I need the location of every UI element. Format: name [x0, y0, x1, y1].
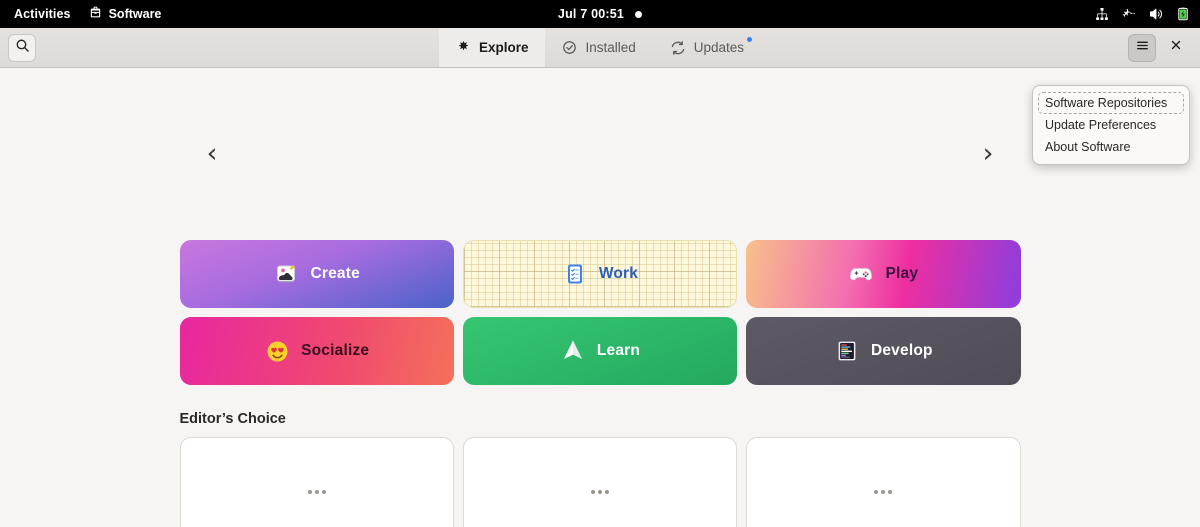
app-card-placeholder[interactable] — [746, 437, 1021, 527]
activities-button[interactable]: Activities — [14, 7, 71, 21]
view-switcher-tabs: Explore Installed Updates — [0, 28, 1200, 67]
window-header-bar: Explore Installed Updates — [0, 28, 1200, 68]
app-menu-button[interactable]: Software — [89, 6, 162, 22]
volume-icon — [1149, 7, 1163, 21]
tab-installed[interactable]: Installed — [545, 28, 652, 67]
hamburger-menu-button[interactable] — [1128, 33, 1156, 62]
software-bag-icon — [89, 6, 102, 22]
category-tile-develop[interactable]: Develop — [746, 317, 1021, 385]
search-icon — [15, 38, 30, 58]
tab-updates[interactable]: Updates — [653, 28, 761, 67]
loading-dots-icon — [590, 490, 609, 494]
network-wired-icon — [1095, 7, 1109, 21]
system-tray[interactable] — [1095, 7, 1190, 21]
editors-choice-section: Editor’s Choice — [179, 411, 1021, 527]
learn-paper-plane-icon — [560, 338, 586, 364]
menu-item-update-preferences[interactable]: Update Preferences — [1038, 114, 1184, 136]
gnome-top-bar: Activities Software Jul 7 00:51 — [0, 0, 1200, 28]
category-tile-socialize-label: Socialize — [301, 342, 370, 359]
featured-carousel: ‹ › — [0, 68, 1200, 238]
clock[interactable]: Jul 7 00:51 — [558, 7, 624, 21]
tab-explore-label: Explore — [478, 40, 529, 55]
category-tile-create[interactable]: Create — [179, 240, 454, 308]
loading-dots-icon — [307, 490, 326, 494]
app-card-placeholder[interactable] — [462, 437, 738, 527]
category-tile-play-label: Play — [885, 265, 919, 282]
category-tile-work-label: Work — [598, 265, 639, 282]
category-tile-socialize[interactable]: Socialize — [179, 317, 454, 385]
app-menu-popover: Software Repositories Update Preferences… — [1032, 85, 1190, 165]
category-tile-learn-label: Learn — [596, 342, 641, 359]
notification-dot-icon — [635, 10, 643, 18]
work-notes-icon — [562, 261, 588, 287]
editors-choice-cards — [179, 437, 1021, 527]
updates-badge-dot — [746, 36, 754, 43]
editors-choice-title: Editor’s Choice — [179, 411, 286, 427]
app-card-placeholder[interactable] — [179, 437, 454, 527]
header-left-controls — [0, 28, 170, 67]
carousel-next-button[interactable]: › — [966, 140, 1010, 167]
airplane-mode-icon — [1122, 7, 1136, 21]
loading-dots-icon — [874, 490, 893, 494]
updates-refresh-icon — [670, 40, 686, 56]
top-bar-left: Activities Software — [0, 6, 161, 22]
tab-explore[interactable]: Explore — [438, 28, 546, 67]
app-menu-label: Software — [108, 7, 162, 21]
explore-star-icon — [456, 40, 471, 55]
battery-charging-icon — [1176, 7, 1190, 21]
create-paint-icon — [273, 261, 299, 287]
carousel-stage — [0, 68, 1200, 238]
tab-installed-label: Installed — [585, 40, 636, 55]
category-tile-develop-label: Develop — [870, 342, 933, 359]
develop-code-icon — [834, 338, 860, 364]
category-tile-work[interactable]: Work — [462, 240, 738, 308]
category-grid: Create Work Play Socialize Learn Develop — [179, 240, 1021, 385]
menu-item-about-software[interactable]: About Software — [1038, 136, 1184, 158]
top-bar-center: Jul 7 00:51 — [0, 7, 1200, 21]
category-tile-play[interactable]: Play — [746, 240, 1021, 308]
category-tile-create-label: Create — [310, 265, 360, 282]
category-tile-learn[interactable]: Learn — [462, 317, 738, 385]
hamburger-menu-icon — [1135, 38, 1150, 58]
menu-item-software-repositories[interactable]: Software Repositories — [1038, 92, 1184, 114]
carousel-prev-button[interactable]: ‹ — [190, 140, 234, 167]
close-icon — [1169, 38, 1183, 57]
installed-check-icon — [562, 40, 577, 55]
main-content: ‹ › Create Work Play Socialize Learn Dev… — [0, 68, 1200, 527]
tab-updates-label: Updates — [693, 40, 745, 55]
close-window-button[interactable] — [1162, 34, 1190, 62]
search-button[interactable] — [8, 33, 36, 62]
header-right-controls — [1128, 28, 1200, 67]
socialize-heart-eyes-icon — [264, 338, 290, 364]
play-gamepad-icon — [848, 261, 874, 287]
